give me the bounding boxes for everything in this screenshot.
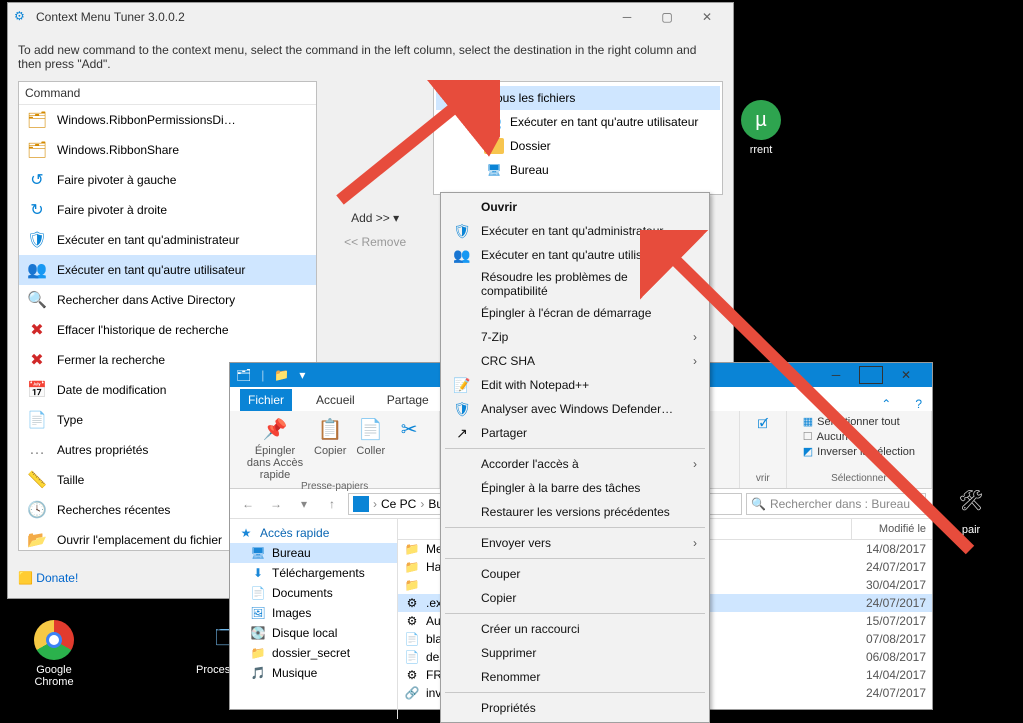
minimize-button[interactable]: ─ (607, 5, 647, 29)
share-icon: ↗ (453, 424, 471, 442)
shield-icon: 🛡 (453, 222, 471, 240)
crumb-cepc[interactable]: Ce PC (381, 497, 416, 511)
pin-quick-access-button[interactable]: 📌Épingler dans Accès rapide (246, 415, 304, 481)
file-icon: 📁 (404, 577, 420, 593)
utorrent-desktop-icon[interactable]: µ rrent (725, 100, 797, 156)
chrome-desktop-icon[interactable]: Google Chrome (18, 620, 90, 688)
paste-button[interactable]: 📄Coller (356, 415, 385, 457)
file-icon: ⚙ (404, 595, 420, 611)
people-icon: 👥 (453, 246, 471, 264)
cmd-item[interactable]: ↻Faire pivoter à droite (19, 195, 316, 225)
cmt-instruction: To add new command to the context menu, … (18, 43, 723, 71)
file-date: 06/08/2017 (846, 650, 926, 664)
maximize-button[interactable]: ▢ (647, 5, 687, 29)
utorrent-label: rrent (750, 144, 773, 156)
cmd-item[interactable]: ↺Faire pivoter à gauche (19, 165, 316, 195)
cmt-titlebar[interactable]: ⚙ Context Menu Tuner 3.0.0.2 ─ ▢ ✕ (8, 3, 733, 31)
file-icon: ⚙ (404, 667, 420, 683)
ctx-delete[interactable]: Supprimer (443, 641, 707, 665)
cmd-item[interactable]: ✖Effacer l'historique de recherche (19, 315, 316, 345)
cmd-item-selected[interactable]: 👥Exécuter en tant qu'autre utilisateur (19, 255, 316, 285)
file-icon: 🔗 (404, 685, 420, 701)
file-date: 24/07/2017 (846, 596, 926, 610)
cmt-app-icon: ⚙ (14, 9, 30, 25)
qat-sep: | (261, 368, 264, 382)
qat-dropdown[interactable]: ▾ (299, 368, 305, 382)
nav-pane[interactable]: ★Accès rapide 🖥Bureau ⬇Téléchargements 📄… (230, 519, 398, 719)
file-date: 15/07/2017 (846, 614, 926, 628)
nav-music[interactable]: 🎵Musique (230, 663, 397, 683)
tab-partage[interactable]: Partage (379, 389, 437, 411)
breadcrumb-root-icon (353, 496, 369, 512)
add-button[interactable]: Add >> ▾ (351, 211, 399, 225)
cut-button[interactable]: ✂ (395, 415, 423, 443)
file-date: 24/07/2017 (846, 686, 926, 700)
remove-button[interactable]: << Remove (344, 235, 406, 249)
copy-button[interactable]: 📋Copier (314, 415, 346, 457)
file-icon: ⚙ (404, 613, 420, 629)
explorer-app-icon: 🗂 (236, 368, 251, 382)
file-icon: 📄 (404, 649, 420, 665)
chrome-label: Google Chrome (34, 664, 73, 688)
nav-documents[interactable]: 📄Documents (230, 583, 397, 603)
defender-icon: 🛡 (453, 400, 471, 418)
command-header[interactable]: Command (19, 82, 316, 105)
nav-up-button[interactable]: ↑ (320, 492, 344, 516)
annotation-arrow-bottom (640, 230, 990, 570)
group-clip-label: Presse-papiers (301, 481, 368, 492)
cmt-title: Context Menu Tuner 3.0.0.2 (36, 10, 185, 24)
ctx-shortcut[interactable]: Créer un raccourci (443, 617, 707, 641)
ribbon-group-clipboard: 📌Épingler dans Accès rapide 📋Copier 📄Col… (230, 411, 440, 488)
nav-quick-access[interactable]: ★Accès rapide (230, 523, 397, 543)
nav-back-button[interactable]: ← (236, 492, 260, 516)
tree-root-label: Tous les fichiers (490, 91, 575, 105)
nav-forward-button[interactable]: → (264, 492, 288, 516)
nav-bureau[interactable]: 🖥Bureau (230, 543, 397, 563)
tab-fichier[interactable]: Fichier (240, 389, 292, 411)
ctx-properties[interactable]: Propriétés (443, 696, 707, 720)
nav-history-button[interactable]: ▾ (292, 492, 316, 516)
annotation-arrow-top (320, 80, 500, 210)
notepad-icon: 📝 (453, 376, 471, 394)
cmd-item[interactable]: 🔍Rechercher dans Active Directory (19, 285, 316, 315)
ctx-copy[interactable]: Copier (443, 586, 707, 610)
nav-images[interactable]: 🖼Images (230, 603, 397, 623)
ctx-rename[interactable]: Renommer (443, 665, 707, 689)
cmd-item[interactable]: 🗂Windows.RibbonShare (19, 135, 316, 165)
menu-separator (445, 692, 705, 693)
nav-secret[interactable]: 📁dossier_secret (230, 643, 397, 663)
file-date: 07/08/2017 (846, 632, 926, 646)
file-date: 30/04/2017 (846, 578, 926, 592)
close-button[interactable]: ✕ (687, 5, 727, 29)
folder-icon: 📁 (274, 368, 289, 382)
menu-separator (445, 613, 705, 614)
tab-accueil[interactable]: Accueil (308, 389, 363, 411)
file-icon: 📁 (404, 559, 420, 575)
nav-downloads[interactable]: ⬇Téléchargements (230, 563, 397, 583)
cmd-item[interactable]: 🛡Exécuter en tant qu'administrateur (19, 225, 316, 255)
file-date: 14/04/2017 (846, 668, 926, 682)
donate-link[interactable]: 🟨 Donate! (18, 571, 78, 585)
cmd-item[interactable]: 🗂Windows.RibbonPermissionsDi… (19, 105, 316, 135)
file-icon: 📁 (404, 541, 420, 557)
nav-disk[interactable]: 💽Disque local (230, 623, 397, 643)
file-icon: 📄 (404, 631, 420, 647)
